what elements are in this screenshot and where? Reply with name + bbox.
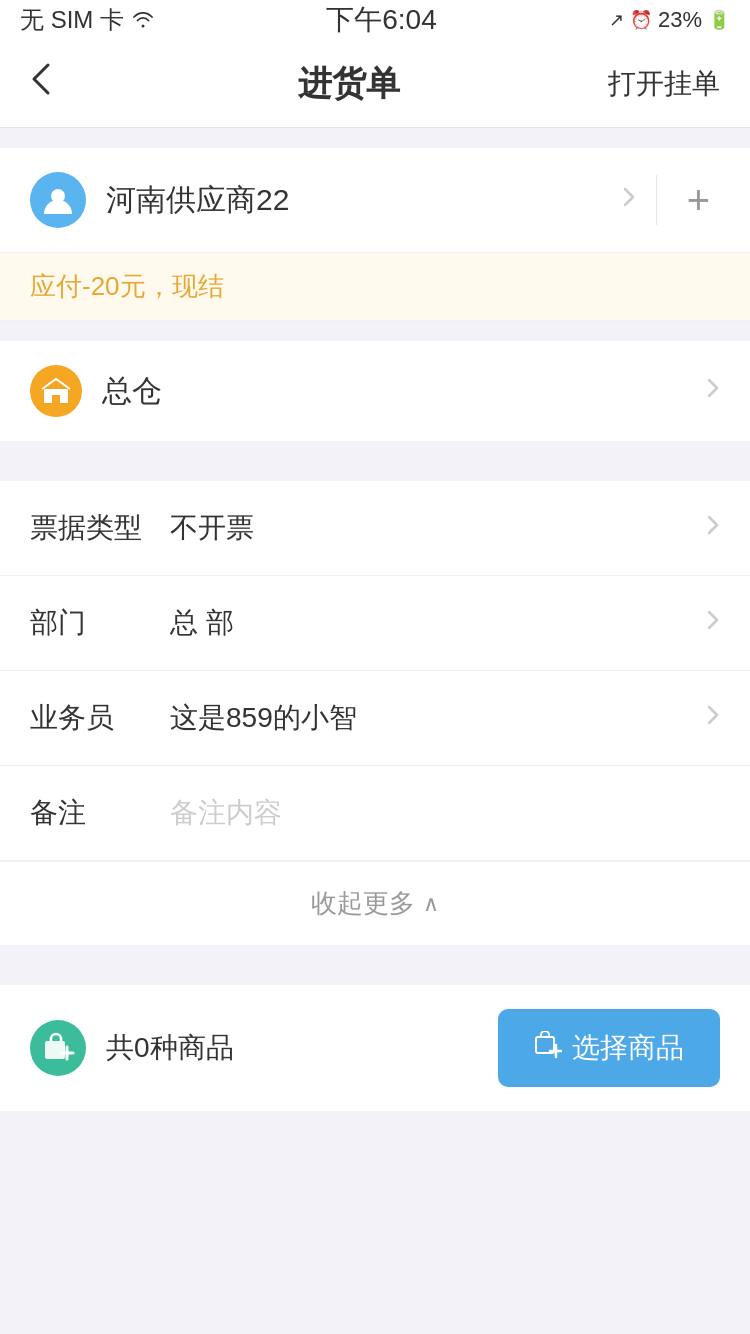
remark-input[interactable]: 备注内容 — [150, 794, 720, 832]
dept-chevron-icon — [706, 607, 720, 639]
battery-label: 23% — [658, 7, 702, 33]
status-bar: 无 SIM 卡 下午6:04 ↗ ⏰ 23% 🔋 — [0, 0, 750, 40]
dept-value: 总 部 — [150, 604, 696, 642]
add-supplier-button[interactable]: + — [677, 178, 720, 223]
section-gap-1 — [0, 128, 750, 148]
select-product-label: 选择商品 — [572, 1029, 684, 1067]
invoice-value: 不开票 — [150, 509, 696, 547]
product-icon — [30, 1020, 86, 1076]
alarm-icon: ⏰ — [630, 9, 652, 31]
status-left: 无 SIM 卡 — [20, 4, 154, 36]
battery-icon: 🔋 — [708, 9, 730, 31]
dept-row[interactable]: 部门 总 部 — [0, 576, 750, 671]
invoice-row[interactable]: 票据类型 不开票 — [0, 481, 750, 576]
section-gap-3 — [0, 441, 750, 461]
select-product-icon — [534, 1031, 562, 1066]
collapse-text: 收起更多 — [311, 886, 415, 921]
form-section: 票据类型 不开票 部门 总 部 业务员 这是859的小智 备注 备注内容 — [0, 481, 750, 945]
status-time: 下午6:04 — [326, 1, 437, 39]
product-count: 共0种商品 — [106, 1029, 498, 1067]
bottom-bar: 共0种商品 选择商品 — [0, 985, 750, 1111]
back-button[interactable] — [30, 61, 90, 106]
supplier-chevron-icon — [622, 184, 636, 216]
svg-rect-2 — [52, 395, 60, 403]
supplier-name: 河南供应商22 — [106, 180, 612, 221]
remark-row[interactable]: 备注 备注内容 — [0, 766, 750, 861]
invoice-chevron-icon — [706, 512, 720, 544]
sales-value: 这是859的小智 — [150, 699, 696, 737]
collapse-row[interactable]: 收起更多 ∧ — [0, 861, 750, 945]
warehouse-chevron-icon — [706, 375, 720, 407]
warehouse-row[interactable]: 总仓 — [0, 341, 750, 441]
sales-chevron-icon — [706, 702, 720, 734]
warehouse-section[interactable]: 总仓 — [0, 341, 750, 441]
warehouse-icon — [30, 365, 82, 417]
warehouse-name: 总仓 — [102, 371, 696, 412]
open-pending-button[interactable]: 打开挂单 — [608, 65, 720, 103]
location-icon: ↗ — [609, 9, 624, 31]
notice-bar: 应付-20元，现结 — [0, 253, 750, 321]
sales-label: 业务员 — [30, 699, 150, 737]
nav-bar: 进货单 打开挂单 — [0, 40, 750, 128]
dept-label: 部门 — [30, 604, 150, 642]
select-product-button[interactable]: 选择商品 — [498, 1009, 720, 1087]
collapse-arrow-icon: ∧ — [423, 891, 439, 917]
supplier-row[interactable]: 河南供应商22 + — [0, 148, 750, 253]
section-gap-4 — [0, 945, 750, 965]
remark-label: 备注 — [30, 794, 150, 832]
page-title: 进货单 — [298, 61, 400, 107]
supplier-divider — [656, 175, 657, 225]
supplier-avatar — [30, 172, 86, 228]
sales-row[interactable]: 业务员 这是859的小智 — [0, 671, 750, 766]
section-gap-2 — [0, 321, 750, 341]
status-right: ↗ ⏰ 23% 🔋 — [609, 7, 730, 33]
wifi-icon — [132, 6, 154, 34]
invoice-label: 票据类型 — [30, 509, 150, 547]
sim-label: 无 SIM 卡 — [20, 4, 124, 36]
svg-rect-3 — [45, 1041, 65, 1059]
supplier-section: 河南供应商22 + 应付-20元，现结 — [0, 148, 750, 321]
